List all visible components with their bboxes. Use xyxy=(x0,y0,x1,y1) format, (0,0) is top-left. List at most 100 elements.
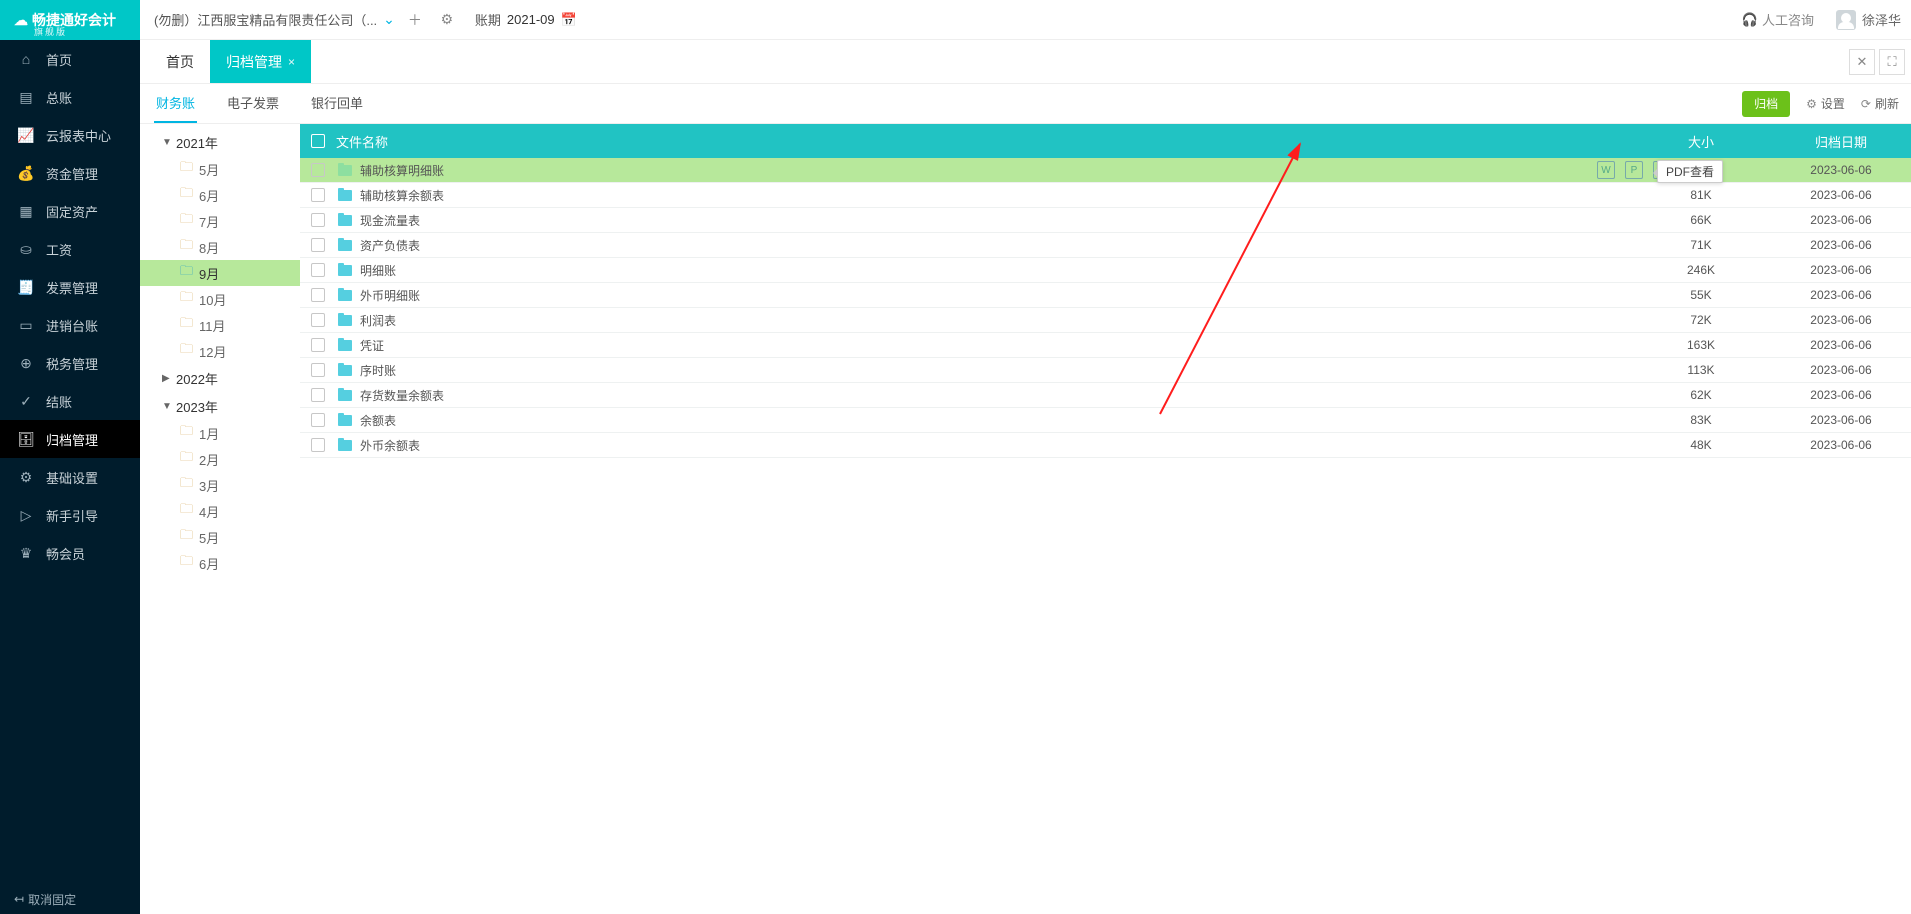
row-checkbox[interactable] xyxy=(311,313,325,327)
tree-month[interactable]: 🗀8月 xyxy=(140,234,300,260)
table-row[interactable]: 现金流量表 66K 2023-06-06 xyxy=(300,208,1911,233)
customer-service[interactable]: 🎧 人工咨询 xyxy=(1742,10,1814,29)
tree-month[interactable]: 🗀5月 xyxy=(140,156,300,182)
row-checkbox[interactable] xyxy=(311,188,325,202)
tab-close-all-icon[interactable]: ✕ xyxy=(1849,49,1875,75)
tree-year-label: 2022年 xyxy=(176,369,218,388)
file-name: 辅助核算余额表 xyxy=(360,187,444,204)
tree-month[interactable]: 🗀12月 xyxy=(140,338,300,364)
tree-month[interactable]: 🗀5月 xyxy=(140,524,300,550)
table-row[interactable]: 外币明细账 55K 2023-06-06 xyxy=(300,283,1911,308)
sidebar-item-8[interactable]: ⊕税务管理 xyxy=(0,344,140,382)
row-checkbox[interactable] xyxy=(311,263,325,277)
sidebar-item-9[interactable]: ✓结账 xyxy=(0,382,140,420)
tree-month[interactable]: 🗀6月 xyxy=(140,182,300,208)
file-size: 66K xyxy=(1631,213,1771,227)
table-row[interactable]: 存货数量余额表 62K 2023-06-06 xyxy=(300,383,1911,408)
table-row[interactable]: 利润表 72K 2023-06-06 xyxy=(300,308,1911,333)
subtab-0[interactable]: 财务账 xyxy=(154,84,197,123)
calendar-icon[interactable]: 📅 xyxy=(561,12,577,28)
sidebar-unpin[interactable]: ↤取消固定 xyxy=(0,884,140,914)
row-checkbox[interactable] xyxy=(311,163,325,177)
tree-month[interactable]: 🗀10月 xyxy=(140,286,300,312)
tree-month[interactable]: 🗀3月 xyxy=(140,472,300,498)
download-word-icon[interactable]: W xyxy=(1597,161,1615,179)
sidebar-item-13[interactable]: ♛畅会员 xyxy=(0,534,140,572)
tree-year[interactable]: ▼2023年 xyxy=(140,392,300,420)
period-value[interactable]: 2021-09 xyxy=(507,12,555,27)
refresh-button[interactable]: ⟳刷新 xyxy=(1861,95,1899,112)
col-size[interactable]: 大小 xyxy=(1631,132,1771,151)
tree-month-label: 5月 xyxy=(199,160,219,179)
row-checkbox[interactable] xyxy=(311,213,325,227)
row-checkbox[interactable] xyxy=(311,413,325,427)
select-all-checkbox[interactable] xyxy=(311,134,325,148)
sidebar-item-label: 新手引导 xyxy=(46,506,98,525)
table-row[interactable]: 辅助核算明细账 W P ▣ PDF查看 16K 2023-06-06 xyxy=(300,158,1911,183)
file-size: 163K xyxy=(1631,338,1771,352)
add-icon[interactable]: ＋ xyxy=(403,10,427,30)
file-size: 83K xyxy=(1631,413,1771,427)
tree-month[interactable]: 🗀6月 xyxy=(140,550,300,576)
user-menu[interactable]: 徐泽华 xyxy=(1836,10,1901,30)
download-pdf-icon[interactable]: P xyxy=(1625,161,1643,179)
sidebar-item-12[interactable]: ▷新手引导 xyxy=(0,496,140,534)
tree-year-label: 2023年 xyxy=(176,397,218,416)
sidebar-item-3[interactable]: 💰资金管理 xyxy=(0,154,140,192)
sidebar-item-7[interactable]: ▭进销台账 xyxy=(0,306,140,344)
company-chevron-icon[interactable]: ⌄ xyxy=(383,11,395,28)
tree-year[interactable]: ▼2021年 xyxy=(140,128,300,156)
table-row[interactable]: 外币余额表 48K 2023-06-06 xyxy=(300,433,1911,458)
row-checkbox[interactable] xyxy=(311,338,325,352)
tab-0[interactable]: 首页 xyxy=(150,40,210,83)
table-row[interactable]: 资产负债表 71K 2023-06-06 xyxy=(300,233,1911,258)
file-size: 72K xyxy=(1631,313,1771,327)
gear-icon[interactable]: ⚙ xyxy=(435,11,459,28)
tree-month[interactable]: 🗀11月 xyxy=(140,312,300,338)
tab-close-icon[interactable]: × xyxy=(288,55,295,69)
row-checkbox[interactable] xyxy=(311,388,325,402)
subtab-2[interactable]: 银行回单 xyxy=(309,84,365,123)
sidebar-item-5[interactable]: ⛀工资 xyxy=(0,230,140,268)
tree-month[interactable]: 🗀2月 xyxy=(140,446,300,472)
table-row[interactable]: 余额表 83K 2023-06-06 xyxy=(300,408,1911,433)
sidebar-item-10[interactable]: 🗄归档管理 xyxy=(0,420,140,458)
col-name[interactable]: 文件名称 xyxy=(336,132,1631,151)
sidebar-icon: ▭ xyxy=(18,317,34,333)
sidebar-item-0[interactable]: ⌂首页 xyxy=(0,40,140,78)
sidebar-item-11[interactable]: ⚙基础设置 xyxy=(0,458,140,496)
subtab-1[interactable]: 电子发票 xyxy=(225,84,281,123)
sidebar-item-4[interactable]: ▦固定资产 xyxy=(0,192,140,230)
row-checkbox[interactable] xyxy=(311,288,325,302)
tree-year[interactable]: ▶2022年 xyxy=(140,364,300,392)
settings-button[interactable]: ⚙设置 xyxy=(1806,95,1845,112)
sidebar-item-label: 云报表中心 xyxy=(46,126,111,145)
tree-month[interactable]: 🗀4月 xyxy=(140,498,300,524)
sidebar-item-2[interactable]: 📈云报表中心 xyxy=(0,116,140,154)
tree-month[interactable]: 🗀1月 xyxy=(140,420,300,446)
sidebar-item-6[interactable]: 🧾发票管理 xyxy=(0,268,140,306)
tab-1[interactable]: 归档管理× xyxy=(210,40,311,83)
sidebar-icon: ▤ xyxy=(18,89,34,105)
table-row[interactable]: 序时账 113K 2023-06-06 xyxy=(300,358,1911,383)
service-label: 人工咨询 xyxy=(1762,10,1814,29)
row-checkbox[interactable] xyxy=(311,363,325,377)
folder-icon: 🗀 xyxy=(180,500,193,522)
col-date[interactable]: 归档日期 xyxy=(1771,132,1911,151)
sidebar-item-1[interactable]: ▤总账 xyxy=(0,78,140,116)
table-row[interactable]: 明细账 246K 2023-06-06 xyxy=(300,258,1911,283)
sidebar-item-label: 归档管理 xyxy=(46,430,98,449)
tree-month[interactable]: 🗀7月 xyxy=(140,208,300,234)
company-selector[interactable]: (勿删）江西服宝精品有限责任公司（... xyxy=(154,10,377,29)
tab-fullscreen-icon[interactable]: ⛶ xyxy=(1879,49,1905,75)
row-checkbox[interactable] xyxy=(311,238,325,252)
table-row[interactable]: 辅助核算余额表 81K 2023-06-06 xyxy=(300,183,1911,208)
gear-icon: ⚙ xyxy=(1806,97,1817,111)
folder-icon xyxy=(338,440,352,451)
row-checkbox[interactable] xyxy=(311,438,325,452)
archive-button[interactable]: 归档 xyxy=(1742,91,1790,117)
folder-icon: 🗀 xyxy=(180,448,193,470)
tree-month[interactable]: 🗀9月 xyxy=(140,260,300,286)
username: 徐泽华 xyxy=(1862,10,1901,29)
table-row[interactable]: 凭证 163K 2023-06-06 xyxy=(300,333,1911,358)
